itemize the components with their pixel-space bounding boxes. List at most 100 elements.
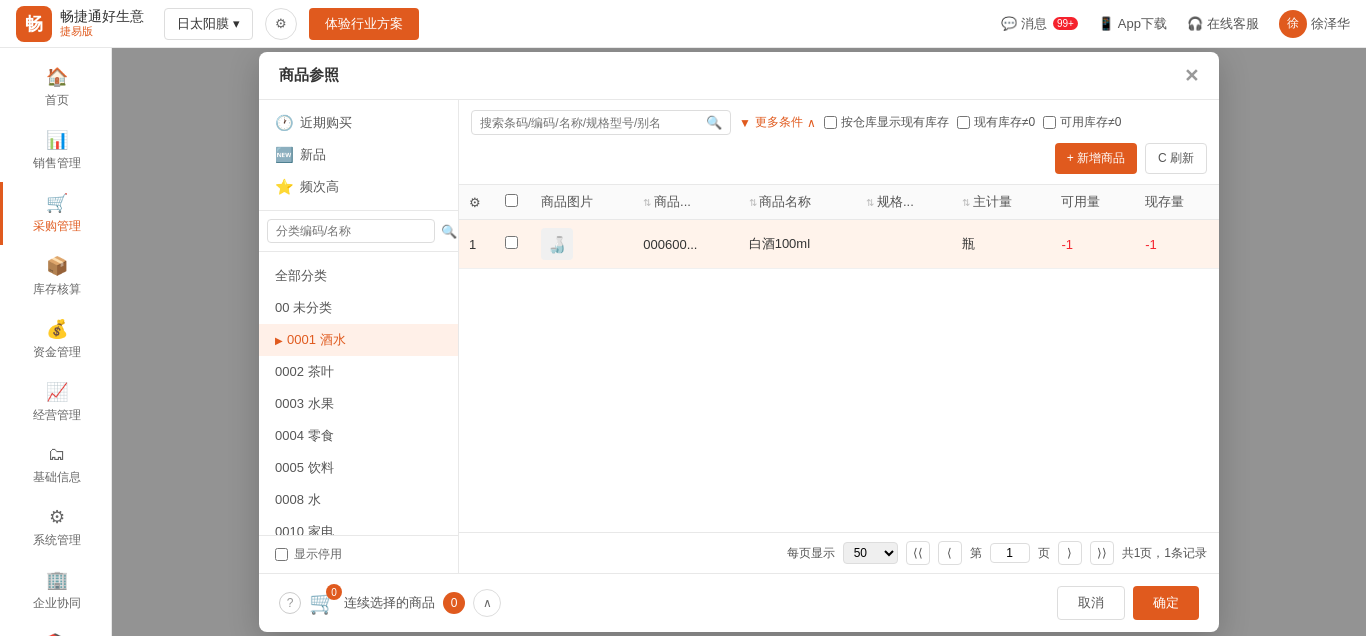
table-row[interactable]: 1 🍶 000600... 白酒100ml 瓶 bbox=[459, 220, 1219, 269]
col-code[interactable]: ⇅ 商品... bbox=[633, 185, 738, 220]
avatar: 徐 bbox=[1279, 10, 1307, 38]
frequent-label: 频次高 bbox=[300, 178, 339, 196]
stock-ne-zero-label: 现有库存≠0 bbox=[974, 114, 1035, 131]
col-stock[interactable]: 现存量 bbox=[1135, 185, 1219, 220]
basic-icon: 🗂 bbox=[48, 444, 66, 465]
sidebar-item-purchase[interactable]: 🛒 采购管理 bbox=[0, 182, 111, 245]
sidebar-item-enterprise[interactable]: 🏢 企业协同 bbox=[0, 559, 111, 622]
recent-purchase-tab[interactable]: 🕐 近期购买 bbox=[267, 108, 450, 138]
sidebar-item-finance[interactable]: 💰 资金管理 bbox=[0, 308, 111, 371]
arrow-icon: ▶ bbox=[275, 335, 283, 346]
category-0002[interactable]: 0002 茶叶 bbox=[259, 356, 458, 388]
category-search-button[interactable]: 🔍 bbox=[441, 219, 457, 243]
user-profile[interactable]: 徐 徐泽华 bbox=[1279, 10, 1350, 38]
col-settings[interactable]: ⚙ bbox=[459, 185, 495, 220]
product-search-icon[interactable]: 🔍 bbox=[706, 115, 722, 130]
sort-icon4: ⇅ bbox=[962, 197, 973, 208]
store-selector[interactable]: 日太阳膜 ▾ bbox=[164, 8, 253, 40]
refresh-button[interactable]: C 刷新 bbox=[1145, 143, 1207, 174]
modal-header: 商品参照 ✕ bbox=[259, 52, 1219, 100]
page-number-input[interactable] bbox=[990, 543, 1030, 563]
col-unit[interactable]: ⇅ 主计量 bbox=[952, 185, 1051, 220]
system-icon: ⚙ bbox=[49, 506, 65, 528]
app-download-nav-item[interactable]: 📱 App下载 bbox=[1098, 15, 1167, 33]
sidebar-item-system[interactable]: ⚙ 系统管理 bbox=[0, 496, 111, 559]
collapse-footer-button[interactable]: ∧ bbox=[473, 589, 501, 617]
main-layout: 🏠 首页 📊 销售管理 🛒 采购管理 📦 库存核算 💰 资金管理 📈 经营管理 … bbox=[0, 48, 1366, 636]
page-size-select[interactable]: 20 50 100 bbox=[843, 542, 898, 564]
category-0008[interactable]: 0008 水 bbox=[259, 484, 458, 516]
frequent-tab[interactable]: ⭐ 频次高 bbox=[267, 172, 450, 202]
category-0002-label: 0002 茶叶 bbox=[275, 363, 334, 381]
logo-icon: 畅 bbox=[16, 6, 52, 42]
col-available[interactable]: 可用量 bbox=[1051, 185, 1135, 220]
star-icon: ⭐ bbox=[275, 178, 294, 196]
next-page-button[interactable]: ⟩ bbox=[1058, 541, 1082, 565]
modal-body: 🕐 近期购买 🆕 新品 ⭐ 频次高 bbox=[259, 100, 1219, 573]
category-0004[interactable]: 0004 零食 bbox=[259, 420, 458, 452]
new-products-tab[interactable]: 🆕 新品 bbox=[267, 140, 450, 170]
filter-stock-not-zero: 现有库存≠0 bbox=[957, 114, 1035, 131]
category-0001[interactable]: ▶ 0001 酒水 bbox=[259, 324, 458, 356]
cancel-button[interactable]: 取消 bbox=[1057, 586, 1125, 620]
category-0005[interactable]: 0005 饮料 bbox=[259, 452, 458, 484]
col-spec-label: 规格... bbox=[877, 194, 914, 209]
sidebar-item-home[interactable]: 🏠 首页 bbox=[0, 56, 111, 119]
app-download-label: App下载 bbox=[1118, 15, 1167, 33]
sidebar-item-guide[interactable]: 📚 新手引导 bbox=[0, 622, 111, 636]
filter-icon: ▼ bbox=[739, 116, 751, 130]
category-0010[interactable]: 0010 家电 bbox=[259, 516, 458, 535]
show-disabled-checkbox[interactable] bbox=[275, 548, 288, 561]
settings-icon[interactable]: ⚙ bbox=[265, 8, 297, 40]
product-table-wrap: ⚙ 商品图片 ⇅ 商品... bbox=[459, 185, 1219, 532]
prev-page-button[interactable]: ⟨ bbox=[938, 541, 962, 565]
add-product-button[interactable]: + 新增商品 bbox=[1055, 143, 1137, 174]
sidebar-item-operation[interactable]: 📈 经营管理 bbox=[0, 371, 111, 434]
more-filters-button[interactable]: ▼ 更多条件 ∧ bbox=[739, 114, 816, 131]
col-available-label: 可用量 bbox=[1061, 194, 1100, 209]
modal-close-button[interactable]: ✕ bbox=[1184, 67, 1199, 85]
sidebar: 🏠 首页 📊 销售管理 🛒 采购管理 📦 库存核算 💰 资金管理 📈 经营管理 … bbox=[0, 48, 112, 636]
first-page-button[interactable]: ⟨⟨ bbox=[906, 541, 930, 565]
sidebar-purchase-label: 采购管理 bbox=[33, 218, 81, 235]
help-icon[interactable]: ? bbox=[279, 592, 301, 614]
category-all[interactable]: 全部分类 bbox=[259, 260, 458, 292]
confirm-button[interactable]: 确定 bbox=[1133, 586, 1199, 620]
online-service-nav-item[interactable]: 🎧 在线客服 bbox=[1187, 15, 1259, 33]
category-00[interactable]: 00 未分类 bbox=[259, 292, 458, 324]
cell-stock: -1 bbox=[1135, 220, 1219, 269]
footer-info: ? 🛒 0 连续选择的商品 0 ∧ bbox=[279, 589, 501, 617]
username-label: 徐泽华 bbox=[1311, 15, 1350, 33]
category-0008-label: 0008 水 bbox=[275, 491, 321, 509]
message-icon: 💬 bbox=[1001, 16, 1017, 31]
product-search-input[interactable] bbox=[480, 116, 702, 130]
modal-title: 商品参照 bbox=[279, 66, 339, 85]
sidebar-item-inventory[interactable]: 📦 库存核算 bbox=[0, 245, 111, 308]
try-industry-button[interactable]: 体验行业方案 bbox=[309, 8, 419, 40]
stock-ne-zero-checkbox[interactable] bbox=[957, 116, 970, 129]
sort-icon: ⇅ bbox=[643, 197, 654, 208]
sidebar-inventory-label: 库存核算 bbox=[33, 281, 81, 298]
sidebar-item-basic[interactable]: 🗂 基础信息 bbox=[0, 434, 111, 496]
col-spec[interactable]: ⇅ 规格... bbox=[856, 185, 952, 220]
last-page-button[interactable]: ⟩⟩ bbox=[1090, 541, 1114, 565]
cell-spec bbox=[856, 220, 952, 269]
col-name[interactable]: ⇅ 商品名称 bbox=[739, 185, 857, 220]
messages-nav-item[interactable]: 💬 消息 99+ bbox=[1001, 15, 1078, 33]
recent-icon: 🕐 bbox=[275, 114, 294, 132]
continuous-select-label: 连续选择的商品 bbox=[344, 594, 435, 612]
col-code-label: 商品... bbox=[654, 194, 691, 209]
page-size-label: 每页显示 bbox=[787, 545, 835, 562]
warehouse-checkbox[interactable] bbox=[824, 116, 837, 129]
col-stock-label: 现存量 bbox=[1145, 194, 1184, 209]
category-0003[interactable]: 0003 水果 bbox=[259, 388, 458, 420]
sidebar-item-sales[interactable]: 📊 销售管理 bbox=[0, 119, 111, 182]
home-icon: 🏠 bbox=[46, 66, 68, 88]
logo-name: 畅捷通好生意 bbox=[60, 8, 144, 25]
row-checkbox[interactable] bbox=[505, 236, 518, 249]
available-ne-zero-checkbox[interactable] bbox=[1043, 116, 1056, 129]
select-all-checkbox[interactable] bbox=[505, 194, 518, 207]
new-icon: 🆕 bbox=[275, 146, 294, 164]
category-search-input[interactable] bbox=[267, 219, 435, 243]
cart-wrap[interactable]: 🛒 0 bbox=[309, 590, 336, 616]
